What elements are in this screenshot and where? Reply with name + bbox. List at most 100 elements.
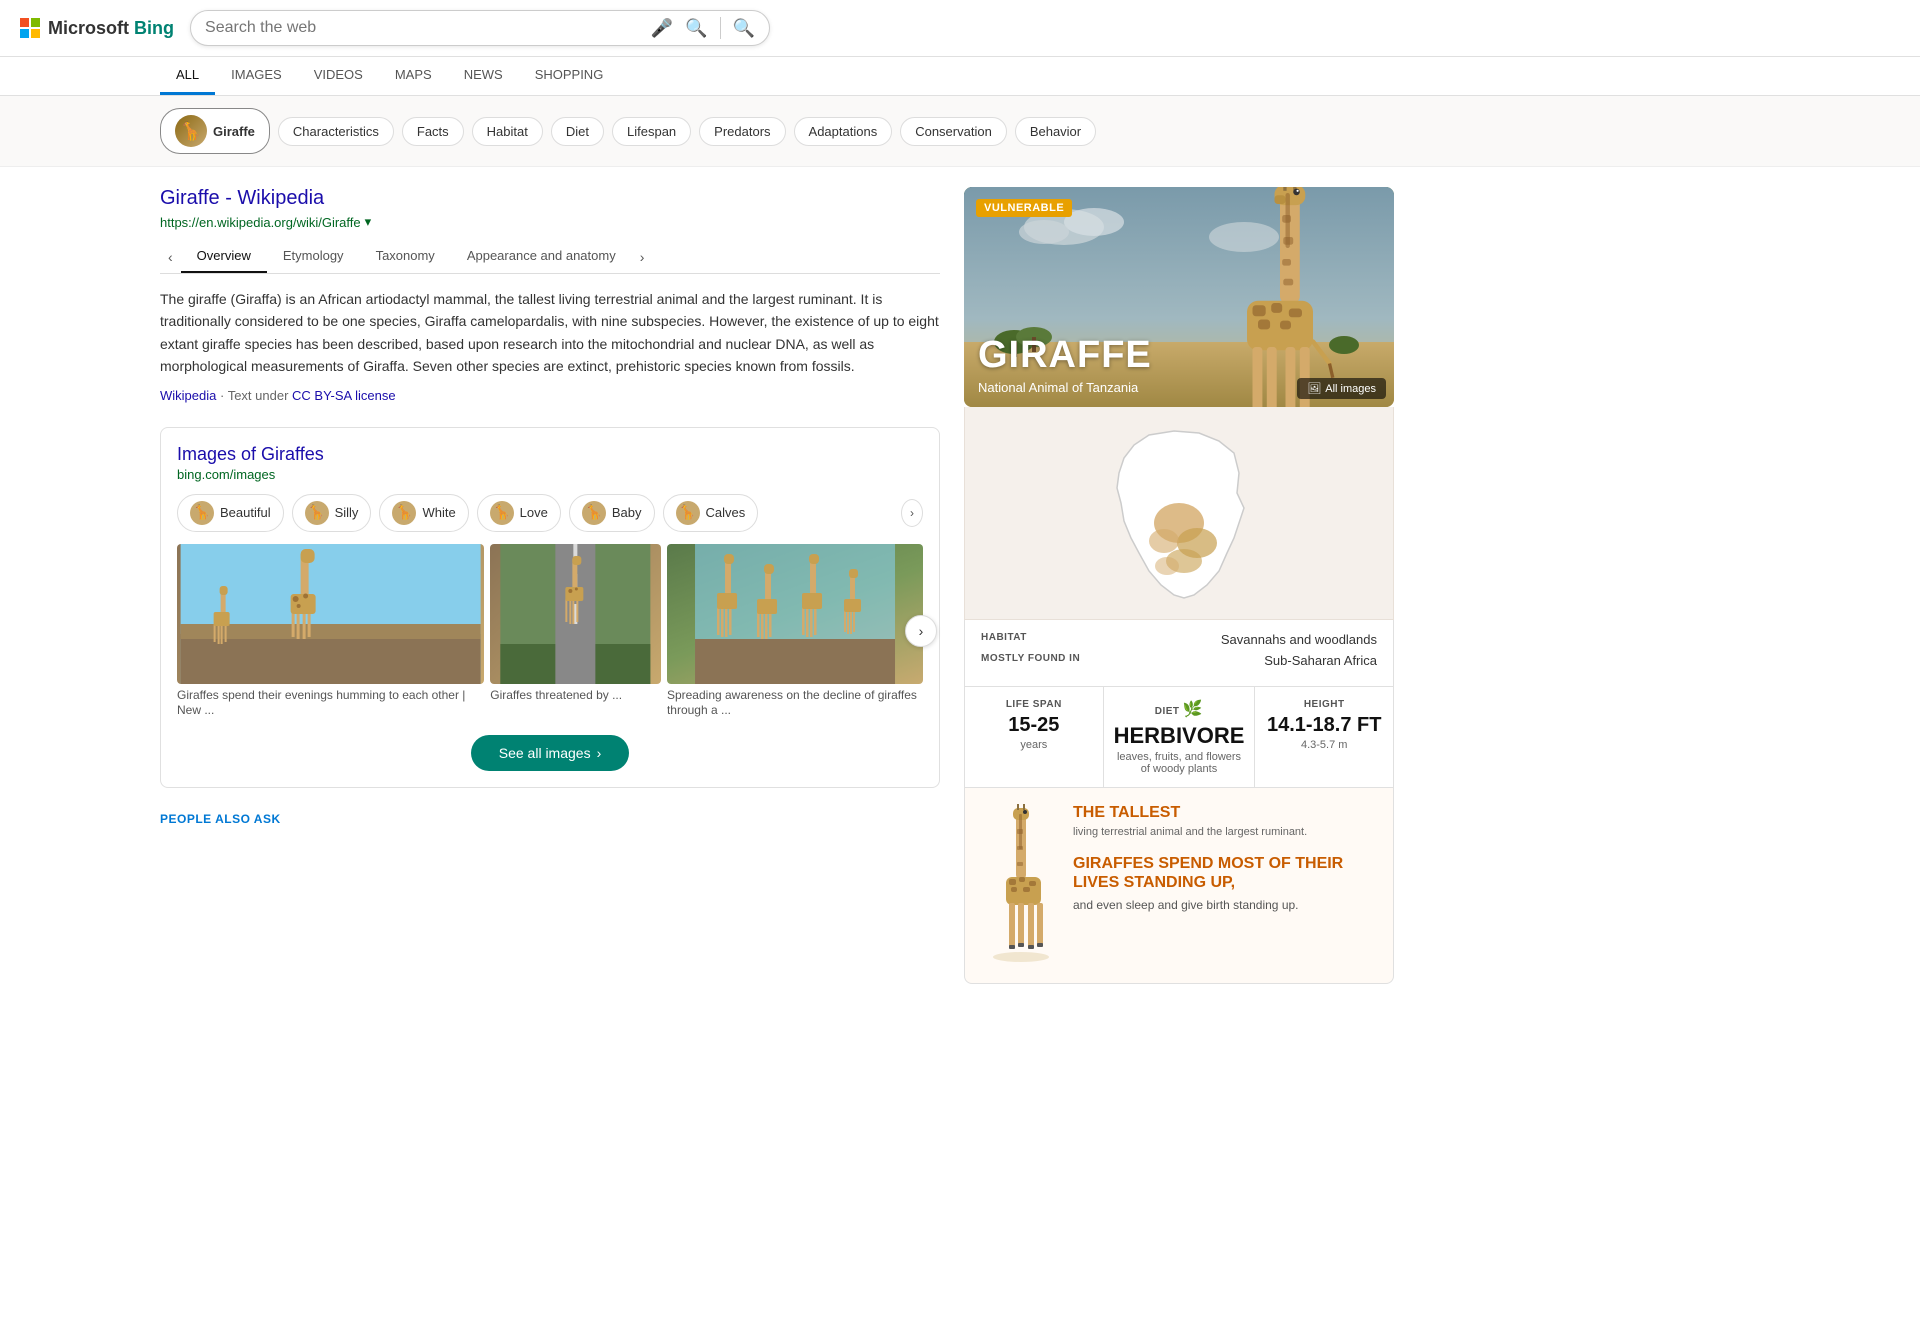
image-card-0[interactable]: Giraffes spend their evenings humming to… (177, 544, 484, 719)
image-icon: 🖼 (1307, 382, 1321, 395)
fun-fact-section: THE TALLEST living terrestrial animal an… (964, 788, 1394, 984)
topic-pill-label: Giraffe (213, 124, 255, 139)
topic-pill-giraffe[interactable]: 🦒 Giraffe (160, 108, 270, 154)
lifespan-stat: LIFE SPAN 15-25 years (965, 687, 1104, 787)
arrow-icon: › (597, 745, 602, 761)
topic-pill-facts[interactable]: Facts (402, 117, 464, 146)
height-label: HEIGHT (1265, 699, 1383, 710)
wiki-tab-overview[interactable]: Overview (181, 240, 267, 273)
lifespan-value: 15-25 (975, 714, 1093, 737)
wiki-text: The giraffe (Giraffa) is an African arti… (160, 288, 940, 378)
img-pill-icon: 🦒 (490, 501, 514, 525)
topic-bar: 🦒 Giraffe Characteristics Facts Habitat … (0, 96, 1920, 167)
all-images-button[interactable]: 🖼 All images (1297, 378, 1386, 399)
img-pill-love[interactable]: 🦒 Love (477, 494, 561, 532)
wiki-url[interactable]: https://en.wikipedia.org/wiki/Giraffe ▾ (160, 214, 940, 230)
wiki-tab-next[interactable]: › (632, 245, 653, 269)
tab-videos[interactable]: VIDEOS (298, 57, 379, 95)
search-input[interactable]: giraffes (205, 19, 641, 37)
image-grid: Giraffes spend their evenings humming to… (177, 544, 923, 719)
fun-fact-giraffe-illustration (981, 804, 1061, 967)
topic-pill-conservation[interactable]: Conservation (900, 117, 1007, 146)
habitat-value: Savannahs and woodlands (1221, 632, 1377, 647)
topic-pill-label: Facts (417, 124, 449, 139)
tab-shopping[interactable]: SHOPPING (519, 57, 620, 95)
topic-pill-label: Diet (566, 124, 589, 139)
image-placeholder-1 (490, 544, 661, 684)
img-pill-baby[interactable]: 🦒 Baby (569, 494, 655, 532)
bing-logo[interactable]: Microsoft Bing (20, 18, 174, 39)
image-card-2[interactable]: Spreading awareness on the decline of gi… (667, 544, 923, 719)
right-column: VULNERABLE GIRAFFE National Animal of Ta… (964, 187, 1394, 984)
images-section: Images of Giraffes bing.com/images 🦒 Bea… (160, 427, 940, 788)
topic-pill-predators[interactable]: Predators (699, 117, 785, 146)
tab-news[interactable]: NEWS (448, 57, 519, 95)
people-also-ask[interactable]: PEOPLE ALSO ASK (160, 812, 940, 826)
height-sub: 4.3-5.7 m (1265, 739, 1383, 751)
topic-pill-lifespan[interactable]: Lifespan (612, 117, 691, 146)
wiki-title[interactable]: Giraffe - Wikipedia (160, 187, 940, 210)
topic-pill-label: Behavior (1030, 124, 1081, 139)
search-icons: 🎤 🔍 🔍 (651, 17, 755, 39)
lifespan-unit: years (975, 739, 1093, 751)
microsoft-squares-icon (20, 18, 40, 38)
fun-fact-sub: and even sleep and give birth standing u… (1073, 898, 1377, 912)
wiki-attribution: Wikipedia · Text under CC BY-SA license (160, 388, 940, 403)
topic-pill-adaptations[interactable]: Adaptations (794, 117, 893, 146)
wiki-license-link[interactable]: CC BY-SA license (292, 388, 396, 403)
microphone-icon[interactable]: 🎤 (651, 18, 673, 39)
img-pill-white[interactable]: 🦒 White (379, 494, 468, 532)
topic-pill-label: Adaptations (809, 124, 878, 139)
divider (720, 17, 721, 39)
tab-all[interactable]: ALL (160, 57, 215, 95)
main-content: Giraffe - Wikipedia https://en.wikipedia… (0, 167, 1920, 1004)
topic-pill-diet[interactable]: Diet (551, 117, 604, 146)
vulnerable-badge: VULNERABLE (976, 199, 1072, 217)
wiki-tab-appearance[interactable]: Appearance and anatomy (451, 240, 632, 273)
topic-pill-label: Habitat (487, 124, 528, 139)
left-column: Giraffe - Wikipedia https://en.wikipedia… (160, 187, 940, 984)
img-pill-icon: 🦒 (676, 501, 700, 525)
topic-pill-label: Characteristics (293, 124, 379, 139)
see-all-images-button[interactable]: See all images › (471, 735, 630, 771)
topic-pill-characteristics[interactable]: Characteristics (278, 117, 394, 146)
wiki-tab-prev[interactable]: ‹ (160, 245, 181, 269)
image-caption-0: Giraffes spend their evenings humming to… (177, 688, 484, 719)
found-in-row: MOSTLY FOUND IN Sub-Saharan Africa (981, 653, 1377, 668)
search-submit-icon[interactable]: 🔍 (733, 18, 755, 39)
visual-search-icon[interactable]: 🔍 (685, 18, 707, 39)
habitat-label: HABITAT (981, 632, 1027, 647)
images-title[interactable]: Images of Giraffes (177, 444, 923, 465)
image-grid-next[interactable]: › (905, 615, 937, 647)
topic-pill-label: Conservation (915, 124, 992, 139)
image-placeholder-0 (177, 544, 484, 684)
img-pill-icon: 🦒 (582, 501, 606, 525)
hero-title: GIRAFFE (978, 334, 1152, 377)
pills-next-arrow[interactable]: › (901, 499, 923, 527)
images-source[interactable]: bing.com/images (177, 467, 923, 482)
img-pill-calves[interactable]: 🦒 Calves (663, 494, 759, 532)
wiki-tab-etymology[interactable]: Etymology (267, 240, 360, 273)
see-all-btn-wrap: See all images › (177, 735, 923, 771)
diet-sub: leaves, fruits, and flowers of woody pla… (1114, 751, 1245, 775)
logo-text: Microsoft Bing (48, 18, 174, 39)
topic-pill-behavior[interactable]: Behavior (1015, 117, 1096, 146)
tab-images[interactable]: IMAGES (215, 57, 298, 95)
height-value: 14.1-18.7 FT (1265, 714, 1383, 737)
dropdown-icon: ▾ (365, 214, 372, 230)
africa-map (1079, 423, 1279, 603)
image-caption-1: Giraffes threatened by ... (490, 688, 661, 704)
topic-pill-habitat[interactable]: Habitat (472, 117, 543, 146)
header: Microsoft Bing giraffes 🎤 🔍 🔍 (0, 0, 1920, 57)
tab-maps[interactable]: MAPS (379, 57, 448, 95)
image-card-1[interactable]: Giraffes threatened by ... (490, 544, 661, 719)
img-pill-icon: 🦒 (392, 501, 416, 525)
wiki-tab-taxonomy[interactable]: Taxonomy (360, 240, 451, 273)
found-in-label: MOSTLY FOUND IN (981, 653, 1080, 668)
found-in-value: Sub-Saharan Africa (1264, 653, 1377, 668)
wikipedia-section: Giraffe - Wikipedia https://en.wikipedia… (160, 187, 940, 403)
wiki-source-link[interactable]: Wikipedia (160, 388, 216, 403)
topic-pill-label: Lifespan (627, 124, 676, 139)
img-pill-beautiful[interactable]: 🦒 Beautiful (177, 494, 284, 532)
img-pill-silly[interactable]: 🦒 Silly (292, 494, 372, 532)
